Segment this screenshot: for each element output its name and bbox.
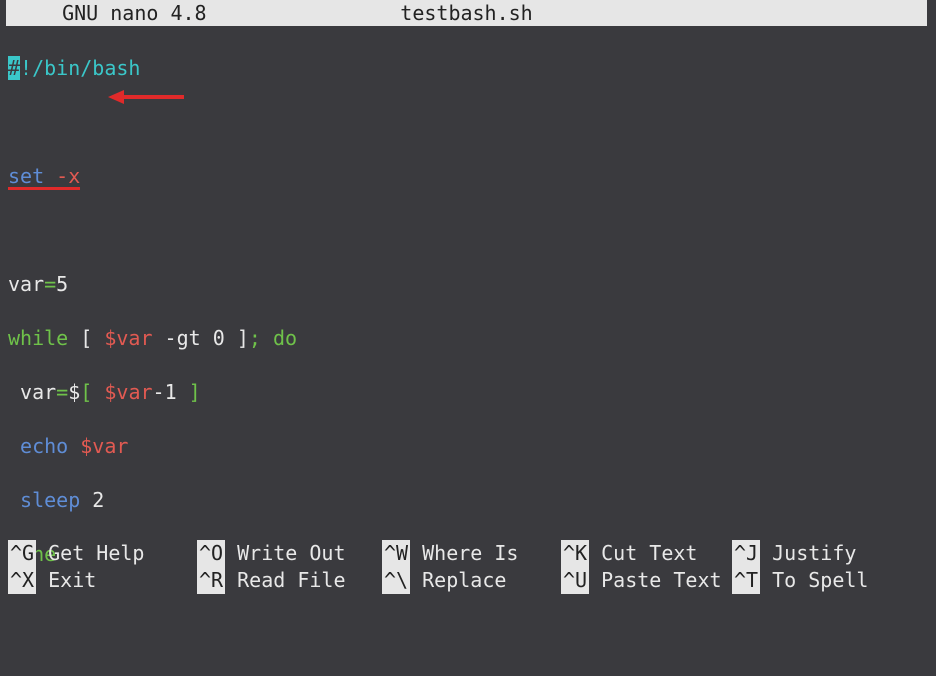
- terminal-window: GNU nano 4.8 testbash.sh #!/bin/bash set…: [6, 0, 927, 600]
- shortcut-read-file[interactable]: ^R Read File: [197, 567, 382, 594]
- nano-titlebar: GNU nano 4.8 testbash.sh: [6, 0, 927, 26]
- shortcut-justify[interactable]: ^J Justify: [732, 540, 924, 567]
- code-line-3: set -x: [8, 163, 927, 190]
- code-line-6: while [ $var -gt 0 ]; do: [8, 325, 927, 352]
- shortcut-paste-text[interactable]: ^U Paste Text: [561, 567, 732, 594]
- shortcut-replace[interactable]: ^\ Replace: [382, 567, 561, 594]
- shortcut-where-is[interactable]: ^W Where Is: [382, 540, 561, 567]
- code-line-2: [8, 109, 927, 136]
- code-line-7: var=$[ $var-1 ]: [8, 379, 927, 406]
- shortcut-to-spell[interactable]: ^T To Spell: [732, 567, 924, 594]
- cursor-cell: #: [8, 56, 20, 80]
- code-line-8: echo $var: [8, 433, 927, 460]
- app-version: GNU nano 4.8: [38, 1, 207, 25]
- code-line-9: sleep 2: [8, 487, 927, 514]
- shortcut-exit[interactable]: ^X Exit: [8, 567, 197, 594]
- shortcut-row-1: ^G Get Help ^O Write Out ^W Where Is ^K …: [8, 540, 924, 567]
- annotation-arrow-icon: [106, 86, 186, 108]
- nano-shortcut-bar: ^G Get Help ^O Write Out ^W Where Is ^K …: [8, 540, 924, 594]
- code-line-4: [8, 217, 927, 244]
- shortcut-row-2: ^X Exit ^R Read File ^\ Replace ^U Paste…: [8, 567, 924, 594]
- shortcut-cut-text[interactable]: ^K Cut Text: [561, 540, 732, 567]
- code-line-5: var=5: [8, 271, 927, 298]
- code-line-1: #!/bin/bash: [8, 55, 927, 82]
- open-filename: testbash.sh: [400, 1, 532, 25]
- shortcut-get-help[interactable]: ^G Get Help: [8, 540, 197, 567]
- shortcut-write-out[interactable]: ^O Write Out: [197, 540, 382, 567]
